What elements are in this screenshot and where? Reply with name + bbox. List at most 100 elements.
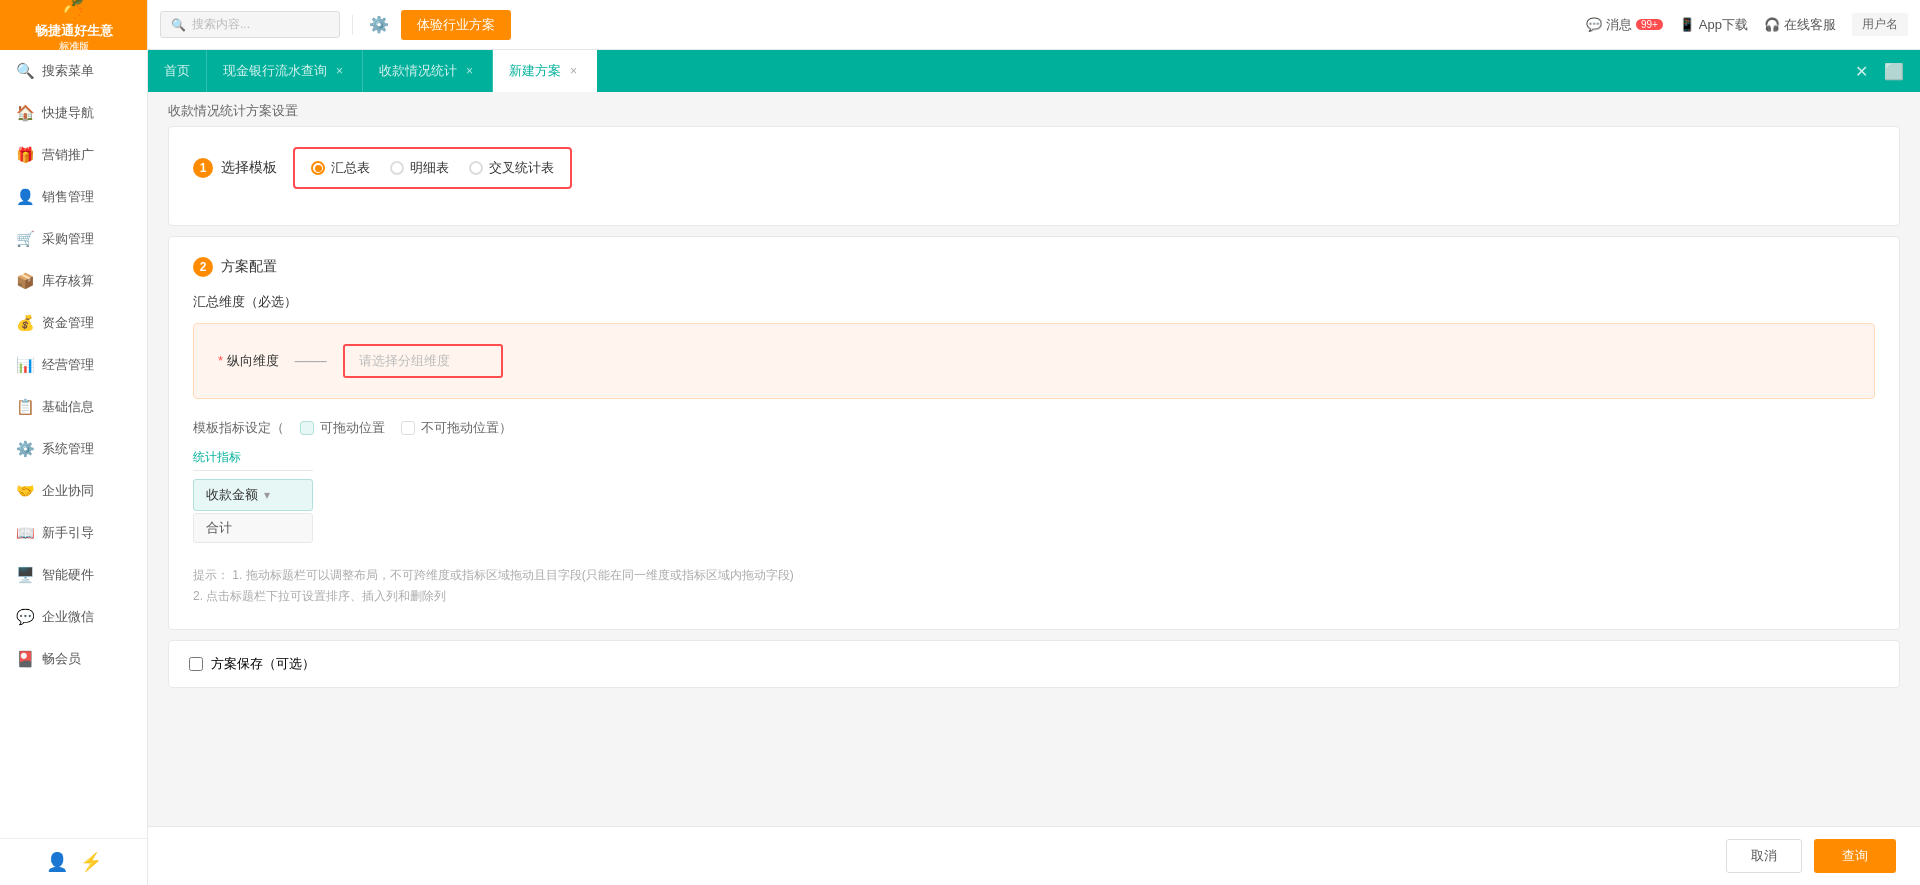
notification-badge: 99+ xyxy=(1636,19,1663,30)
tab-collection[interactable]: 收款情况统计 × xyxy=(363,50,493,92)
sidebar-item-quick-nav[interactable]: 🏠 快捷导航 xyxy=(0,92,147,134)
notification-label: 消息 xyxy=(1606,16,1632,34)
sidebar-item-system[interactable]: ⚙️ 系统管理 xyxy=(0,428,147,470)
sidebar-icon-guide: 📖 xyxy=(16,524,34,542)
save-checkbox[interactable] xyxy=(189,657,203,671)
topbar-search[interactable]: 🔍 搜索内容... xyxy=(160,11,340,38)
download-label: App下载 xyxy=(1699,16,1748,34)
radio-cross[interactable]: 交叉统计表 xyxy=(469,159,554,177)
tips-section: 提示： 1. 拖动标题栏可以调整布局，不可跨维度或指标区域拖动且目字段(只能在同… xyxy=(193,567,1875,605)
sidebar-item-finance[interactable]: 💰 资金管理 xyxy=(0,302,147,344)
sidebar-label-search-menu: 搜索菜单 xyxy=(42,62,94,80)
tabbar: 首页现金银行流水查询×收款情况统计×新建方案× ✕ ⬜ xyxy=(148,50,1920,92)
content: 收款情况统计方案设置 1 选择模板 汇总表 xyxy=(148,92,1920,826)
radio-detail-circle xyxy=(390,161,404,175)
cancel-button[interactable]: 取消 xyxy=(1726,839,1802,873)
radio-summary[interactable]: 汇总表 xyxy=(311,159,370,177)
trial-button[interactable]: 体验行业方案 xyxy=(401,10,511,40)
tab-close-new-plan[interactable]: × xyxy=(567,62,580,80)
tab-home[interactable]: 首页 xyxy=(148,50,207,92)
section2-label: 2 方案配置 xyxy=(193,257,1875,277)
sidebar-item-purchase[interactable]: 🛒 采购管理 xyxy=(0,218,147,260)
gear-icon[interactable]: ⚙️ xyxy=(365,11,393,38)
sidebar-icon-marketing: 🎁 xyxy=(16,146,34,164)
dimension-required-mark: * 纵向维度 xyxy=(218,352,279,370)
close-window-icon[interactable]: ✕ xyxy=(1851,58,1872,85)
section1-card: 1 选择模板 汇总表 明细表 xyxy=(168,126,1900,226)
dimension-select[interactable]: 请选择分组维度 xyxy=(343,344,503,378)
sidebar-icon-cooperation: 🤝 xyxy=(16,482,34,500)
tip-item-1: 提示： 1. 拖动标题栏可以调整布局，不可跨维度或指标区域拖动且目字段(只能在同… xyxy=(193,567,1875,584)
support-item[interactable]: 🎧 在线客服 xyxy=(1764,16,1836,34)
radio-cross-circle xyxy=(469,161,483,175)
page-title: 收款情况统计方案设置 xyxy=(168,103,298,118)
search-icon: 🔍 xyxy=(171,18,186,32)
sidebar-item-basic-info[interactable]: 📋 基础信息 xyxy=(0,386,147,428)
sidebar-icon-finance: 💰 xyxy=(16,314,34,332)
sidebar-item-member[interactable]: 🎴 畅会员 xyxy=(0,638,147,680)
query-button[interactable]: 查询 xyxy=(1814,839,1896,873)
draggable-label: 可拖动位置 xyxy=(300,419,385,437)
notification-item[interactable]: 💬 消息 99+ xyxy=(1586,16,1663,34)
sidebar-item-cooperation[interactable]: 🤝 企业协同 xyxy=(0,470,147,512)
radio-summary-label: 汇总表 xyxy=(331,159,370,177)
radio-group: 汇总表 明细表 交叉统计表 xyxy=(311,159,554,177)
maximize-icon[interactable]: ⬜ xyxy=(1880,58,1908,85)
main: 🔍 搜索内容... ⚙️ 体验行业方案 💬 消息 99+ 📱 App下载 🎧 在… xyxy=(148,0,1920,885)
non-draggable-dot xyxy=(401,421,415,435)
sidebar-label-basic-info: 基础信息 xyxy=(42,398,94,416)
tab-label-collection: 收款情况统计 xyxy=(379,62,457,80)
sidebar-label-hardware: 智能硬件 xyxy=(42,566,94,584)
sidebar-item-wechat[interactable]: 💬 企业微信 xyxy=(0,596,147,638)
sidebar-item-guide[interactable]: 📖 新手引导 xyxy=(0,512,147,554)
radio-summary-circle xyxy=(311,161,325,175)
sidebar-item-inventory[interactable]: 📦 库存核算 xyxy=(0,260,147,302)
draggable-text: 可拖动位置 xyxy=(320,419,385,437)
support-icon: 🎧 xyxy=(1764,17,1780,32)
download-icon: 📱 xyxy=(1679,17,1695,32)
stat-tag-amount[interactable]: 收款金额 ▾ xyxy=(193,479,313,511)
stat-tag-arrow: ▾ xyxy=(264,488,270,502)
sidebar-icon-member: 🎴 xyxy=(16,650,34,668)
download-item[interactable]: 📱 App下载 xyxy=(1679,16,1748,34)
sidebar-icon-hardware: 🖥️ xyxy=(16,566,34,584)
radio-cross-label: 交叉统计表 xyxy=(489,159,554,177)
template-box: 汇总表 明细表 交叉统计表 xyxy=(293,147,572,189)
sidebar-icon-system: ⚙️ xyxy=(16,440,34,458)
tab-new-plan[interactable]: 新建方案× xyxy=(493,50,597,92)
sidebar-label-wechat: 企业微信 xyxy=(42,608,94,626)
sidebar-icon-operation: 📊 xyxy=(16,356,34,374)
sidebar-label-marketing: 营销推广 xyxy=(42,146,94,164)
support-label: 在线客服 xyxy=(1784,16,1836,34)
sidebar-item-hardware[interactable]: 🖥️ 智能硬件 xyxy=(0,554,147,596)
sidebar-item-sales[interactable]: 👤 销售管理 xyxy=(0,176,147,218)
user-info[interactable]: 用户名 xyxy=(1852,13,1908,36)
save-label: 方案保存（可选） xyxy=(211,655,315,673)
sidebar-bottom: 👤 ⚡ xyxy=(0,838,147,885)
sidebar-label-sales: 销售管理 xyxy=(42,188,94,206)
sidebar-label-quick-nav: 快捷导航 xyxy=(42,104,94,122)
sidebar-label-member: 畅会员 xyxy=(42,650,81,668)
tab-label-cashflow: 现金银行流水查询 xyxy=(223,62,327,80)
sidebar-label-inventory: 库存核算 xyxy=(42,272,94,290)
section2-num: 2 xyxy=(193,257,213,277)
tab-close-cashflow[interactable]: × xyxy=(333,62,346,80)
tab-cashflow[interactable]: 现金银行流水查询 × xyxy=(207,50,363,92)
sidebar-icon-inventory: 📦 xyxy=(16,272,34,290)
sidebar-label-finance: 资金管理 xyxy=(42,314,94,332)
sidebar-bottom-icon1[interactable]: 👤 xyxy=(46,851,68,873)
sidebar-item-search-menu[interactable]: 🔍 搜索菜单 xyxy=(0,50,147,92)
sidebar-item-marketing[interactable]: 🎁 营销推广 xyxy=(0,134,147,176)
non-draggable-label: 不可拖动位置） xyxy=(401,419,512,437)
vertical-label: 纵向维度 xyxy=(227,353,279,368)
sidebar-icon-basic-info: 📋 xyxy=(16,398,34,416)
sidebar-label-guide: 新手引导 xyxy=(42,524,94,542)
sidebar-icon-wechat: 💬 xyxy=(16,608,34,626)
radio-detail[interactable]: 明细表 xyxy=(390,159,449,177)
sidebar-icon-purchase: 🛒 xyxy=(16,230,34,248)
tip-item-2: 2. 点击标题栏下拉可设置排序、插入列和删除列 xyxy=(193,588,1875,605)
sidebar-bottom-icon2[interactable]: ⚡ xyxy=(80,851,102,873)
tab-close-collection[interactable]: × xyxy=(463,62,476,80)
sidebar-logo: 🍊 畅捷通好生意 标准版 xyxy=(0,0,147,50)
sidebar-item-operation[interactable]: 📊 经营管理 xyxy=(0,344,147,386)
